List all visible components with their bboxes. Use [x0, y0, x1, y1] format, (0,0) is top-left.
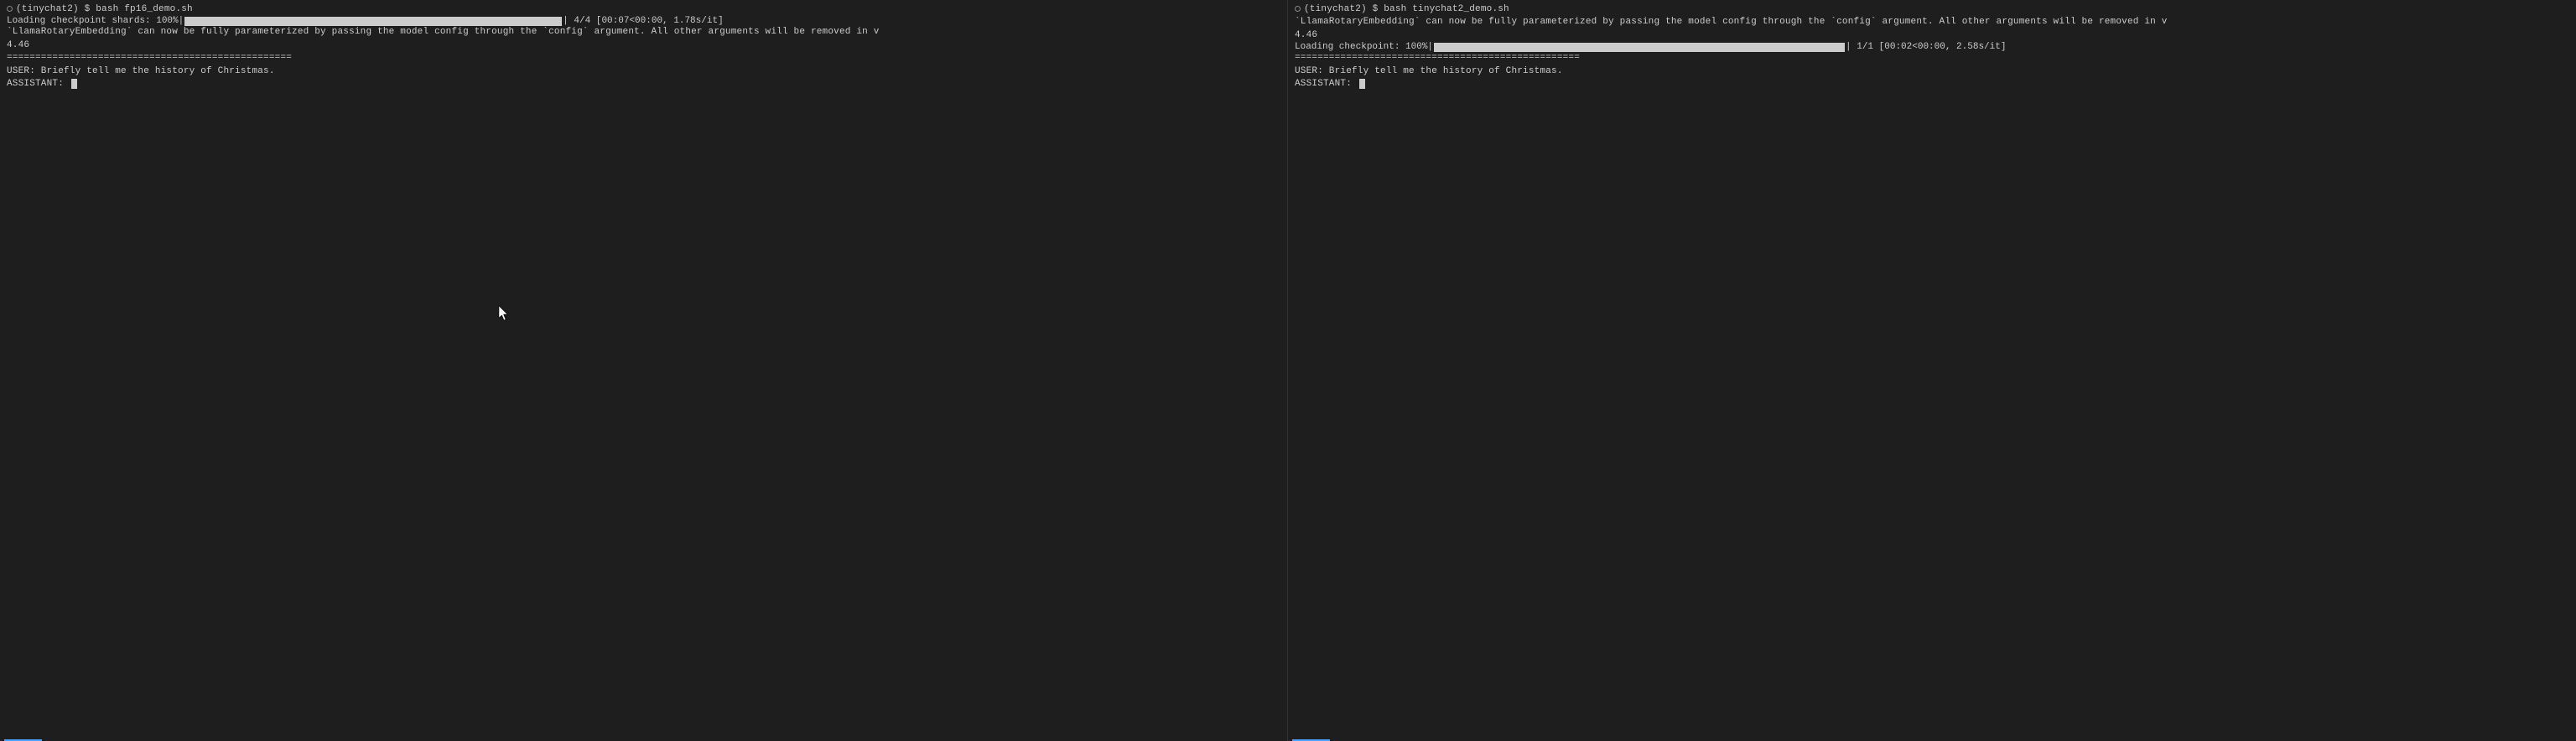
terminal-pane-left[interactable]: (tinychat2) $ bash fp16_demo.sh Loading … — [0, 0, 1288, 741]
loading-stats: | 1/1 [00:02<00:00, 2.58s/it] — [1846, 42, 2006, 52]
progress-bar-fill — [1434, 43, 1845, 52]
warning-version-left: 4.46 — [7, 39, 1280, 52]
loading-label: Loading checkpoint: 100%| — [1295, 42, 1433, 52]
separator-line-right: ========================================… — [1295, 52, 2569, 65]
status-indicator-icon — [1295, 6, 1301, 12]
command-text: bash fp16_demo.sh — [96, 4, 193, 14]
status-indicator-icon — [7, 6, 13, 12]
terminal-pane-right[interactable]: (tinychat2) $ bash tinychat2_demo.sh `Ll… — [1288, 0, 2576, 741]
separator-line-left: ========================================… — [7, 52, 1280, 65]
command-line-left: (tinychat2) $ bash fp16_demo.sh — [7, 3, 1280, 16]
command-line-right: (tinychat2) $ bash tinychat2_demo.sh — [1295, 3, 2569, 16]
loading-label: Loading checkpoint shards: 100%| — [7, 16, 184, 26]
terminal-cursor-icon — [71, 79, 77, 89]
warning-line-left: `LlamaRotaryEmbedding` can now be fully … — [7, 26, 1280, 39]
assistant-output-left: ASSISTANT: — [7, 78, 1280, 91]
warning-version-right: 4.46 — [1295, 29, 2569, 42]
user-input-right: USER: Briefly tell me the history of Chr… — [1295, 65, 2569, 78]
assistant-output-right: ASSISTANT: — [1295, 78, 2569, 91]
prompt-prefix: (tinychat2) $ — [1304, 4, 1384, 14]
loading-progress-left: Loading checkpoint shards: 100%| | 4/4 [0… — [7, 16, 1280, 26]
loading-stats: | 4/4 [00:07<00:00, 1.78s/it] — [563, 16, 723, 26]
warning-line-right: `LlamaRotaryEmbedding` can now be fully … — [1295, 16, 2569, 28]
terminal-cursor-icon — [1359, 79, 1365, 89]
prompt-prefix: (tinychat2) $ — [16, 4, 96, 14]
user-input-left: USER: Briefly tell me the history of Chr… — [7, 65, 1280, 78]
loading-progress-right: Loading checkpoint: 100%| | 1/1 [00:02<00… — [1295, 42, 2569, 52]
command-text: bash tinychat2_demo.sh — [1384, 4, 1509, 14]
progress-bar-fill — [184, 17, 562, 26]
